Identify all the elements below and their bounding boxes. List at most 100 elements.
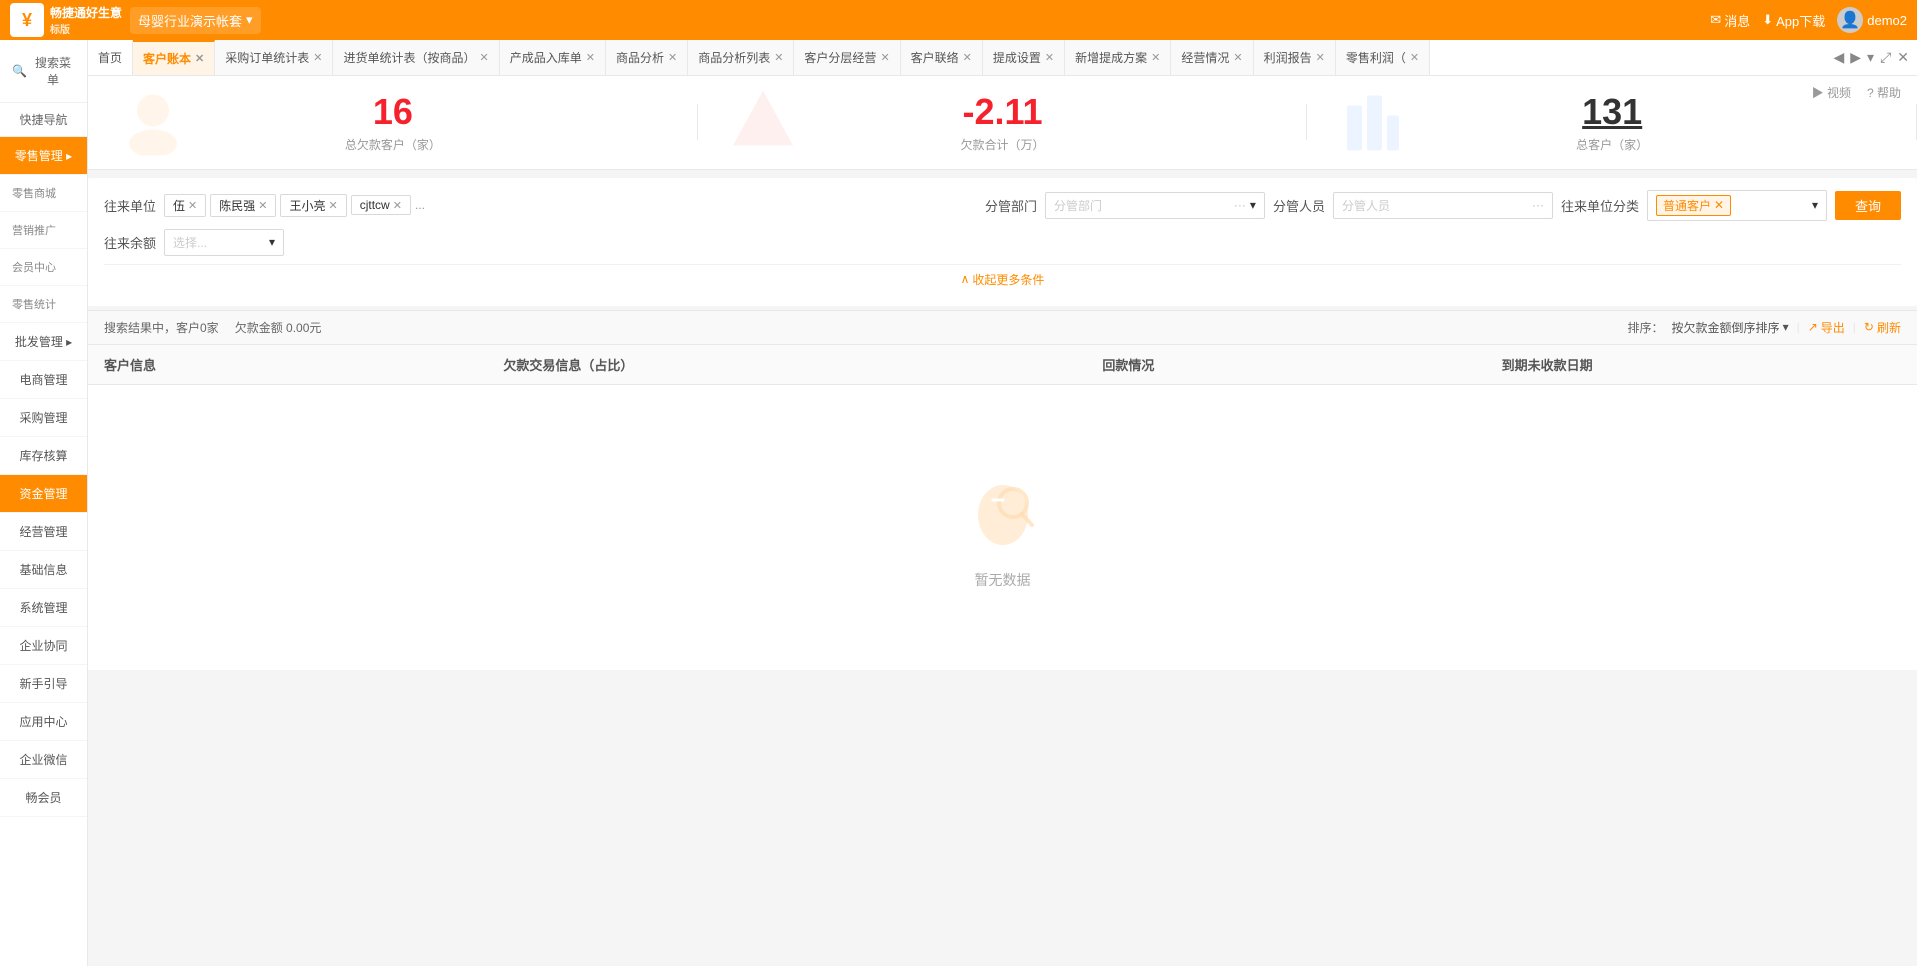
tab-close-icon[interactable]: ✕	[1233, 51, 1242, 64]
app-download-btn[interactable]: ⬇ App下载	[1762, 11, 1825, 30]
stats-bar: 16 总欠款客户（家） -2.11 欠款合计（万）	[88, 76, 1917, 170]
collapse-label: 收起更多条件	[972, 271, 1044, 288]
more-tags-btn[interactable]: ...	[415, 198, 425, 212]
filter-dept-select[interactable]: 分管部门 ··· ▾	[1045, 192, 1265, 219]
stat1-bg-icon	[118, 86, 188, 156]
refresh-icon: ↻	[1864, 320, 1874, 334]
filter-person-select[interactable]: 分管人员 ···	[1333, 192, 1553, 219]
sidebar-item-label: 零售商城	[12, 188, 56, 200]
stat3-number[interactable]: 131	[1582, 92, 1642, 132]
tab-customers[interactable]: 客户账本 ✕	[133, 40, 215, 75]
filter-balance-select[interactable]: 选择... ▾	[164, 229, 284, 256]
query-btn[interactable]: 查询	[1835, 191, 1901, 220]
sidebar-item-marketing[interactable]: 营销推广	[0, 212, 87, 249]
stat1-label: 总欠款客户（家）	[345, 136, 441, 153]
remove-tag-wang[interactable]: ✕	[329, 199, 338, 212]
tab-retail-profit[interactable]: 零售利润（ ✕	[1336, 40, 1430, 75]
remove-tag-chen[interactable]: ✕	[258, 199, 267, 212]
logo-icon: ¥	[10, 3, 44, 37]
tab-goods-analysis[interactable]: 商品分析 ✕	[606, 40, 688, 75]
sidebar-item-wechat-work[interactable]: 企业微信	[0, 741, 87, 779]
tab-home[interactable]: 首页	[88, 40, 133, 75]
stat2-label: 欠款合计（万）	[961, 136, 1045, 153]
tab-goods-analysis-list[interactable]: 商品分析列表 ✕	[688, 40, 794, 75]
sidebar-item-purchase[interactable]: 采购管理	[0, 399, 87, 437]
tab-close-icon[interactable]: ✕	[313, 51, 322, 64]
tab-close-all-icon[interactable]: ✕	[1897, 49, 1909, 66]
username-label: demo2	[1867, 13, 1907, 28]
collapse-btn[interactable]: ∧ 收起更多条件	[104, 264, 1901, 294]
sidebar-item-operations[interactable]: 经营管理	[0, 513, 87, 551]
sidebar-item-retail-stats[interactable]: 零售统计	[0, 286, 87, 323]
stat2-bg-icon	[728, 86, 798, 156]
tab-business-status[interactable]: 经营情况 ✕	[1171, 40, 1253, 75]
sidebar-item-vip[interactable]: 畅会员	[0, 779, 87, 817]
tab-menu-icon[interactable]: ▾	[1867, 49, 1874, 66]
refresh-btn[interactable]: ↻ 刷新	[1864, 319, 1901, 336]
tab-close-icon[interactable]: ✕	[668, 51, 677, 64]
quick-nav-btn[interactable]: 快捷导航	[0, 103, 87, 137]
tab-maximize-icon[interactable]: ⤢	[1880, 49, 1891, 66]
sidebar-item-member[interactable]: 会员中心	[0, 249, 87, 286]
logo-symbol: ¥	[22, 10, 32, 31]
tab-label: 经营情况	[1181, 49, 1229, 66]
sidebar: 🔍 搜索菜单 快捷导航 零售管理 ▸ 零售商城 营销推广 会员中心 零售统计 批…	[0, 40, 88, 966]
workspace-label: 母婴行业演示帐套	[138, 11, 242, 30]
tab-purchase-orders[interactable]: 采购订单统计表 ✕	[215, 40, 333, 75]
user-avatar-btn[interactable]: 👤 demo2	[1837, 7, 1907, 33]
tab-profit-report[interactable]: 利润报告 ✕	[1254, 40, 1336, 75]
tab-label: 商品分析列表	[698, 49, 770, 66]
filter-tag-chen: 陈民强 ✕	[210, 194, 276, 217]
sidebar-item-system[interactable]: 系统管理	[0, 589, 87, 627]
sidebar-item-retail-mgmt[interactable]: 零售管理 ▸	[0, 137, 87, 175]
tab-close-icon[interactable]: ✕	[195, 52, 204, 65]
tab-close-icon[interactable]: ✕	[586, 51, 595, 64]
sidebar-item-app-center[interactable]: 应用中心	[0, 703, 87, 741]
tab-customer-contact[interactable]: 客户联络 ✕	[901, 40, 983, 75]
tab-close-icon[interactable]: ✕	[1410, 51, 1419, 64]
sidebar-item-ecommerce[interactable]: 电商管理	[0, 361, 87, 399]
export-btn[interactable]: ↗ 导出	[1808, 319, 1845, 336]
filter-tag-wang: 王小亮 ✕	[280, 194, 346, 217]
tab-close-icon[interactable]: ✕	[774, 51, 783, 64]
tab-close-icon[interactable]: ✕	[963, 51, 972, 64]
filter-category-select[interactable]: 普通客户 ✕ ▾	[1647, 190, 1827, 221]
sidebar-item-basic-info[interactable]: 基础信息	[0, 551, 87, 589]
sort-select[interactable]: 按欠款金额倒序排序 ▾	[1672, 319, 1789, 336]
tab-new-promo[interactable]: 新增提成方案 ✕	[1065, 40, 1171, 75]
sidebar-item-finance[interactable]: 资金管理	[0, 475, 87, 513]
sidebar-item-label: 营销推广	[12, 225, 56, 237]
tab-close-icon[interactable]: ✕	[880, 51, 889, 64]
tab-next-icon[interactable]: ▶	[1850, 49, 1861, 66]
sidebar-item-enterprise[interactable]: 企业协同	[0, 627, 87, 665]
tab-promo-settings[interactable]: 提成设置 ✕	[983, 40, 1065, 75]
tab-prev-icon[interactable]: ◀	[1833, 49, 1844, 66]
tab-customer-tier[interactable]: 客户分层经营 ✕	[794, 40, 900, 75]
remove-tag-wu[interactable]: ✕	[188, 199, 197, 212]
col-date-header: 到期未收款日期	[1502, 355, 1901, 374]
tab-cost-in[interactable]: 产成品入库单 ✕	[500, 40, 606, 75]
message-btn[interactable]: ✉ 消息	[1710, 11, 1750, 30]
tab-close-icon[interactable]: ✕	[480, 51, 489, 64]
video-btn[interactable]: ▶ 视频	[1812, 84, 1851, 101]
sidebar-item-wholesale[interactable]: 批发管理 ▸	[0, 323, 87, 361]
tab-label: 进货单统计表（按商品）	[343, 49, 475, 66]
remove-tag-cjttcw[interactable]: ✕	[393, 199, 402, 212]
remove-category-tag[interactable]: ✕	[1714, 198, 1724, 212]
tab-close-icon[interactable]: ✕	[1045, 51, 1054, 64]
filter-bar: 往来单位 伍 ✕ 陈民强 ✕ 王小亮 ✕	[88, 178, 1917, 306]
tab-close-icon[interactable]: ✕	[1316, 51, 1325, 64]
sidebar-item-label: 资金管理	[19, 487, 67, 501]
tab-close-icon[interactable]: ✕	[1151, 51, 1160, 64]
results-left: 搜索结果中，客户0家 欠款金额 0.00元	[104, 319, 321, 336]
tab-stock-stat[interactable]: 进货单统计表（按商品） ✕	[333, 40, 499, 75]
stat-block-debt: -2.11 欠款合计（万）	[698, 92, 1308, 153]
help-btn[interactable]: ? 帮助	[1867, 84, 1901, 101]
sidebar-item-new-guide[interactable]: 新手引导	[0, 665, 87, 703]
search-menu-btn[interactable]: 🔍 搜索菜单	[8, 50, 79, 92]
sidebar-item-retail-mall[interactable]: 零售商城	[0, 175, 87, 212]
workspace-selector[interactable]: 母婴行业演示帐套 ▾	[130, 7, 261, 34]
sidebar-item-inventory[interactable]: 库存核算	[0, 437, 87, 475]
sort-chevron-icon: ▾	[1783, 320, 1789, 334]
sidebar-item-label: 零售管理	[15, 149, 63, 163]
